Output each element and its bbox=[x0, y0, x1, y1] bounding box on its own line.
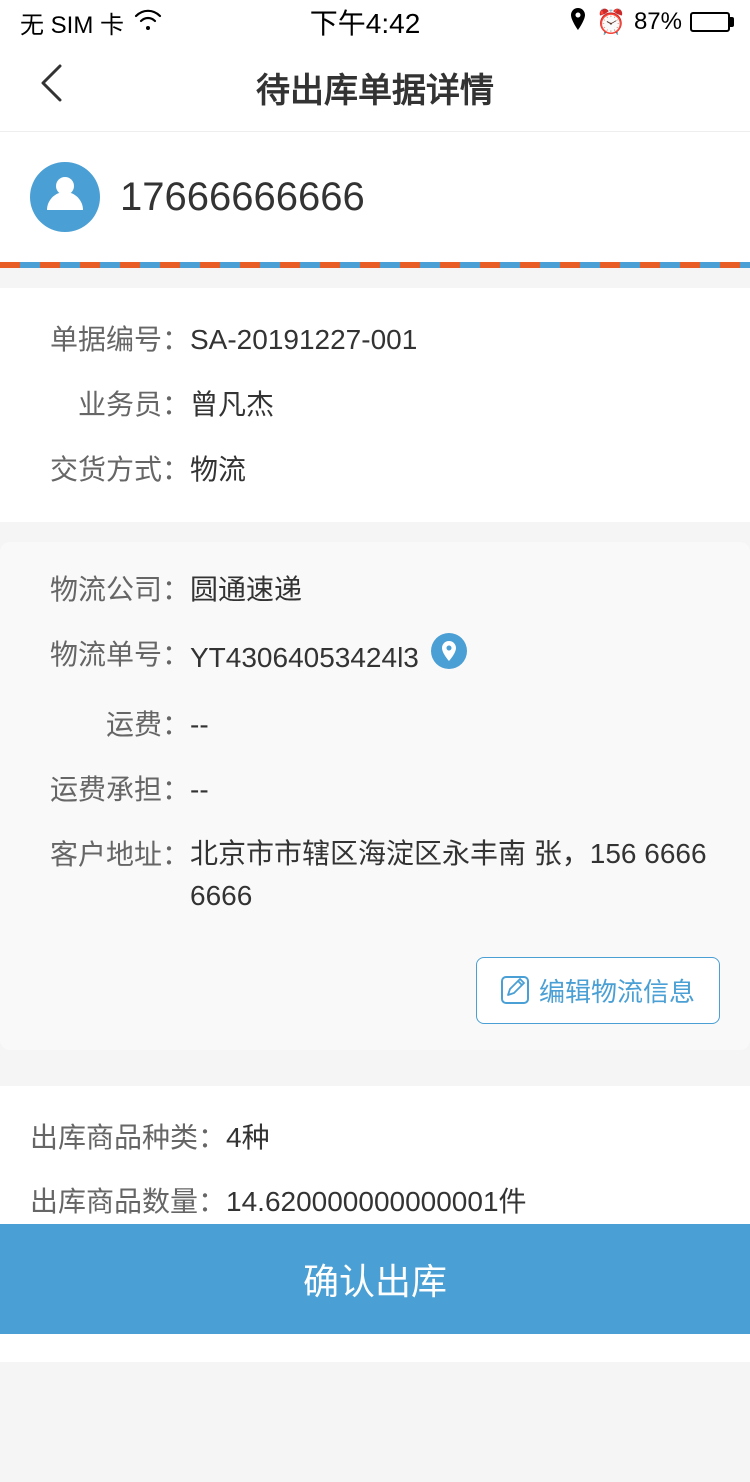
logistics-company-value: 圆通速递 bbox=[190, 568, 720, 613]
status-right: ⏰ 87% bbox=[568, 8, 730, 37]
freight-row: 运费： -- bbox=[30, 703, 720, 748]
edit-icon bbox=[501, 976, 529, 1004]
edit-btn-container: 编辑物流信息 bbox=[30, 937, 720, 1024]
address-value: 北京市市辖区海淀区永丰南 张，156 6666 6666 bbox=[190, 833, 720, 917]
status-left: 无 SIM 卡 bbox=[20, 5, 162, 40]
stock-quantity-value: 14.620000000000001件 bbox=[226, 1180, 720, 1225]
delivery-method-row: 交货方式： 物流 bbox=[30, 448, 720, 493]
carrier-label: 无 SIM 卡 bbox=[20, 5, 124, 40]
stock-quantity-row: 出库商品数量： 14.620000000000001件 bbox=[30, 1180, 720, 1225]
freight-bearer-row: 运费承担： -- bbox=[30, 768, 720, 813]
sales-person-value: 曾凡杰 bbox=[190, 383, 720, 428]
tracking-label: 物流单号： bbox=[30, 633, 190, 678]
back-button[interactable] bbox=[30, 54, 72, 121]
user-icon bbox=[43, 170, 87, 224]
avatar bbox=[30, 162, 100, 232]
freight-value: -- bbox=[190, 703, 720, 748]
status-time: 下午4:42 bbox=[310, 2, 421, 42]
logistics-section: 物流公司： 圆通速递 物流单号： YT43064053424l3 运费： -- … bbox=[0, 542, 750, 1049]
page-title: 待出库单据详情 bbox=[256, 63, 494, 112]
delivery-method-label: 交货方式： bbox=[30, 448, 190, 493]
sales-person-label: 业务员： bbox=[30, 383, 190, 428]
tracking-value: YT43064053424l3 bbox=[190, 633, 720, 683]
address-row: 客户地址： 北京市市辖区海淀区永丰南 张，156 6666 6666 bbox=[30, 833, 720, 917]
delivery-method-value: 物流 bbox=[190, 448, 720, 493]
customer-phone: 17666666666 bbox=[120, 175, 365, 220]
separator bbox=[0, 1050, 750, 1066]
order-info-section: 单据编号： SA-20191227-001 业务员： 曾凡杰 交货方式： 物流 bbox=[0, 288, 750, 522]
confirm-button[interactable]: 确认出库 bbox=[303, 1253, 447, 1305]
stock-types-value: 4种 bbox=[226, 1116, 720, 1161]
stock-types-label: 出库商品种类： bbox=[30, 1116, 226, 1161]
stock-types-row: 出库商品种类： 4种 bbox=[30, 1116, 720, 1161]
edit-logistics-button[interactable]: 编辑物流信息 bbox=[476, 957, 720, 1024]
logistics-company-label: 物流公司： bbox=[30, 568, 190, 613]
address-label: 客户地址： bbox=[30, 833, 190, 878]
order-no-row: 单据编号： SA-20191227-001 bbox=[30, 318, 720, 363]
location-status-icon bbox=[568, 8, 588, 37]
customer-header: 17666666666 bbox=[0, 132, 750, 262]
freight-bearer-value: -- bbox=[190, 768, 720, 813]
dashed-divider bbox=[0, 262, 750, 268]
location-icon[interactable] bbox=[431, 633, 467, 683]
bottom-bar: 确认出库 bbox=[0, 1224, 750, 1334]
tracking-row: 物流单号： YT43064053424l3 bbox=[30, 633, 720, 683]
freight-label: 运费： bbox=[30, 703, 190, 748]
nav-bar: 待出库单据详情 bbox=[0, 44, 750, 132]
sales-person-row: 业务员： 曾凡杰 bbox=[30, 383, 720, 428]
order-no-label: 单据编号： bbox=[30, 318, 190, 363]
order-no-value: SA-20191227-001 bbox=[190, 318, 720, 363]
wifi-icon bbox=[134, 8, 162, 36]
battery-icon bbox=[690, 12, 730, 32]
stock-quantity-label: 出库商品数量： bbox=[30, 1180, 226, 1225]
battery-label: 87% bbox=[634, 8, 682, 36]
freight-bearer-label: 运费承担： bbox=[30, 768, 190, 813]
alarm-icon: ⏰ bbox=[596, 8, 626, 37]
status-bar: 无 SIM 卡 下午4:42 ⏰ 87% bbox=[0, 0, 750, 44]
logistics-company-row: 物流公司： 圆通速递 bbox=[30, 568, 720, 613]
